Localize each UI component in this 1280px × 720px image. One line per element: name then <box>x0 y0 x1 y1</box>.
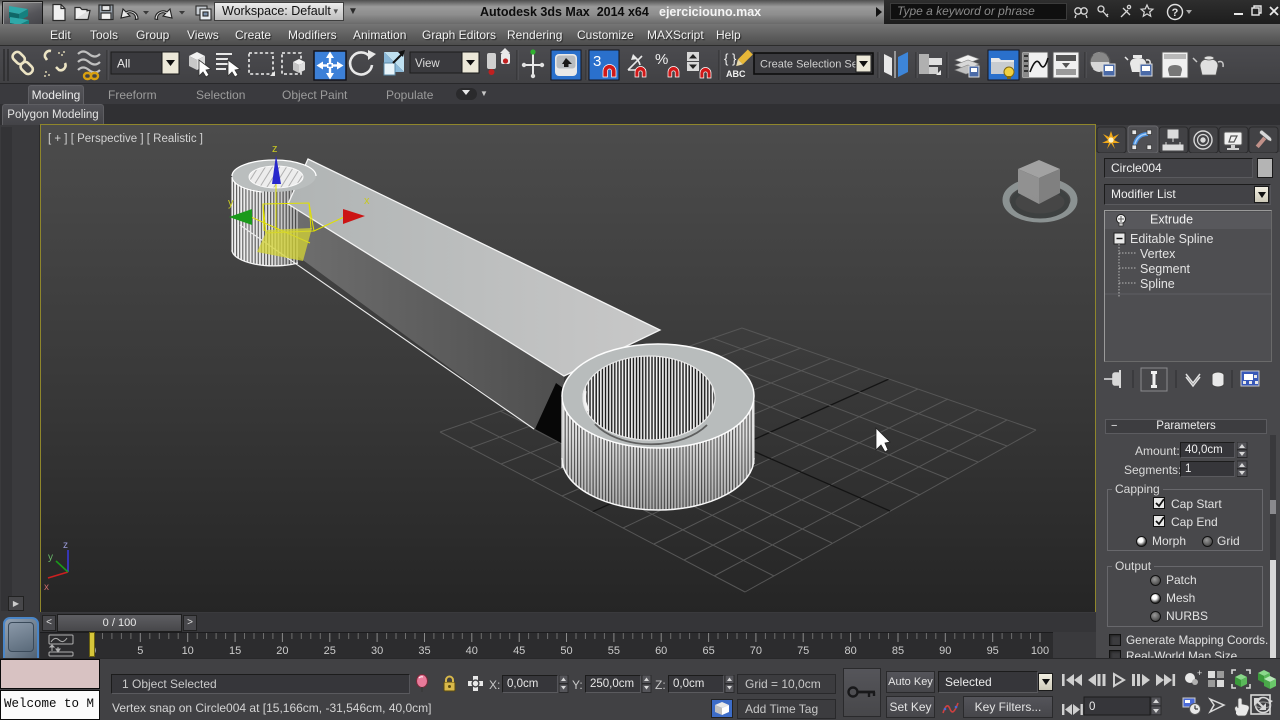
svg-text:y: y <box>228 197 234 209</box>
svg-text:25: 25 <box>324 645 336 657</box>
svg-text:z: z <box>63 540 68 551</box>
svg-text:60: 60 <box>655 645 667 657</box>
svg-text:80: 80 <box>844 645 856 657</box>
svg-text:15: 15 <box>229 645 241 657</box>
svg-text:45: 45 <box>513 645 525 657</box>
svg-text:Extrude: Extrude <box>1150 213 1193 227</box>
svg-text:[ + ] [ Perspective ] [ Realis: [ + ] [ Perspective ] [ Realistic ] <box>48 133 203 145</box>
svg-text:70: 70 <box>750 645 762 657</box>
svg-text:0: 0 <box>1089 701 1095 713</box>
svg-text:y: y <box>48 552 53 563</box>
svg-text:3: 3 <box>593 53 601 70</box>
svg-text:40: 40 <box>466 645 478 657</box>
svg-text:Editable Spline: Editable Spline <box>1130 232 1213 246</box>
svg-text:35: 35 <box>418 645 430 657</box>
svg-text:30: 30 <box>371 645 383 657</box>
svg-text:View: View <box>415 58 440 70</box>
svg-text:50: 50 <box>560 645 572 657</box>
svg-text:+: + <box>1197 668 1202 678</box>
svg-text:20: 20 <box>276 645 288 657</box>
svg-text:{ }: { } <box>724 51 737 66</box>
svg-text:x: x <box>44 582 49 593</box>
svg-text:Vertex: Vertex <box>1140 247 1176 261</box>
svg-text:Spline: Spline <box>1140 277 1175 291</box>
svg-text:Create Selection Sel: Create Selection Sel <box>760 59 860 71</box>
svg-text:100: 100 <box>1031 645 1049 657</box>
svg-text:65: 65 <box>702 645 714 657</box>
svg-text:?: ? <box>1172 7 1179 19</box>
svg-text:Segment: Segment <box>1140 262 1191 276</box>
svg-text:x: x <box>364 195 370 207</box>
svg-text:55: 55 <box>608 645 620 657</box>
svg-text:All: All <box>117 57 130 71</box>
svg-text:85: 85 <box>892 645 904 657</box>
svg-text:z: z <box>272 143 278 155</box>
svg-text:5: 5 <box>137 645 143 657</box>
svg-text:10: 10 <box>182 645 194 657</box>
svg-text:%: % <box>655 51 668 68</box>
svg-text:95: 95 <box>987 645 999 657</box>
svg-text:75: 75 <box>797 645 809 657</box>
svg-text:ABC: ABC <box>726 69 746 79</box>
svg-text:90: 90 <box>939 645 951 657</box>
